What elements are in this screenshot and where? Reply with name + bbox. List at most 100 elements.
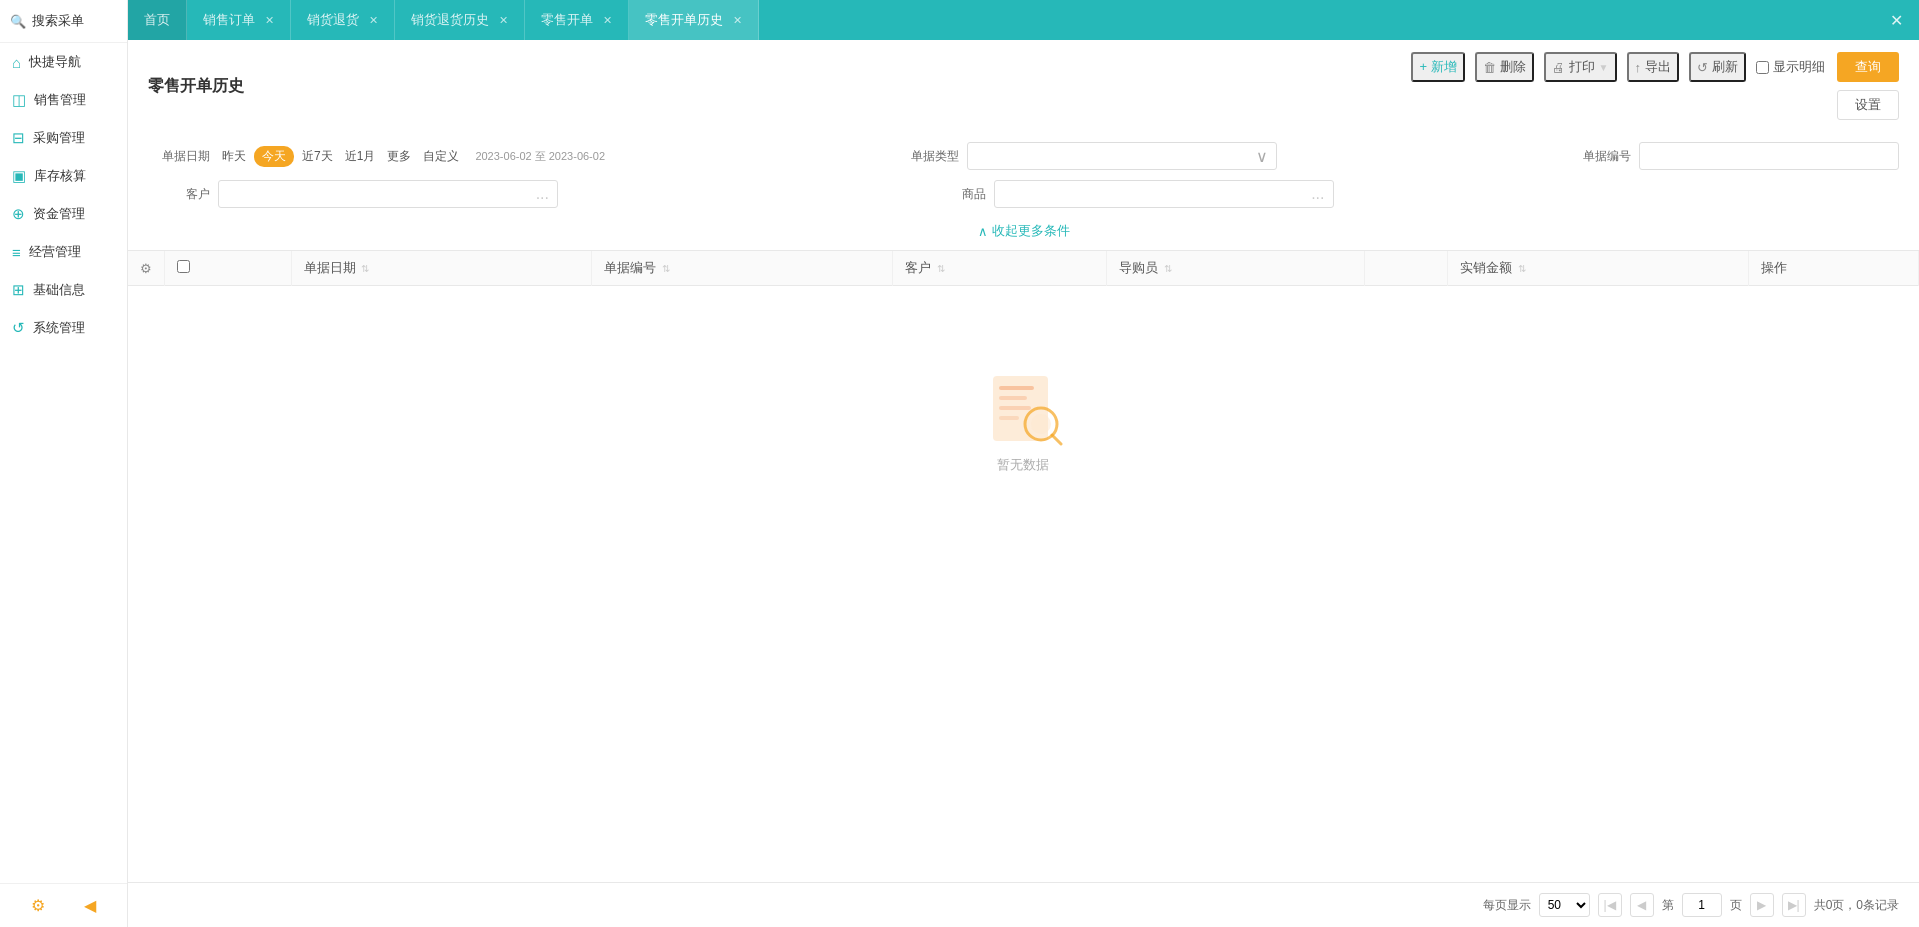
display-detail-checkbox[interactable] [1756, 61, 1769, 74]
table-col-action-label: 操作 [1761, 260, 1787, 275]
next-page-btn[interactable]: ▶ [1750, 893, 1774, 917]
table-col-date: 单据日期 ⇅ [291, 251, 592, 286]
date-opt-last-month[interactable]: 近1月 [341, 146, 380, 167]
pagination-bar: 每页显示 10 20 50 100 |◀ ◀ 第 页 ▶ ▶| 共0页，0条记录 [128, 882, 1919, 927]
tab-sales-order-close[interactable]: ✕ [265, 14, 274, 27]
print-button[interactable]: 🖨 打印 ▼ [1544, 52, 1617, 82]
tab-sales-return-history-close[interactable]: ✕ [499, 14, 508, 27]
svg-rect-1 [999, 386, 1034, 390]
delete-button-label: 删除 [1500, 58, 1526, 76]
collapse-filter-row[interactable]: ∧ 收起更多条件 [148, 218, 1899, 250]
sidebar-item-finance[interactable]: ⊕ 资金管理 [0, 195, 127, 233]
per-page-select[interactable]: 10 20 50 100 [1539, 893, 1590, 917]
export-button[interactable]: ↑ 导出 [1627, 52, 1680, 82]
page-title: 零售开单历史 [148, 76, 244, 97]
goods-dots-icon[interactable]: ... [1311, 185, 1324, 203]
sidebar-item-label: 库存核算 [34, 167, 86, 185]
sidebar-item-label: 资金管理 [33, 205, 85, 223]
table-col-customer: 客户 ⇅ [893, 251, 1107, 286]
query-setting-buttons: 查询 设置 [1837, 52, 1899, 120]
table-col-no: 单据编号 ⇅ [592, 251, 893, 286]
sidebar-search[interactable]: 🔍 搜索采单 [0, 0, 127, 43]
sidebar-item-inventory[interactable]: ▣ 库存核算 [0, 157, 127, 195]
toolbar-area: + 新增 🗑 删除 🖨 打印 ▼ ↑ 导出 [1411, 52, 1899, 120]
tab-sales-return[interactable]: 销货退货 ✕ [291, 0, 395, 40]
display-detail-toggle[interactable]: 显示明细 [1756, 58, 1825, 76]
svg-point-6 [1031, 414, 1051, 434]
table-col-guide-label: 导购员 [1119, 260, 1158, 275]
no-sort-icon[interactable]: ⇅ [662, 263, 670, 274]
base-info-icon: ⊞ [12, 281, 25, 299]
delete-button[interactable]: 🗑 删除 [1475, 52, 1534, 82]
svg-rect-4 [999, 416, 1019, 420]
sidebar-item-operations[interactable]: ≡ 经营管理 [0, 233, 127, 271]
display-detail-label-text: 显示明细 [1773, 58, 1825, 76]
table-col-checkbox [165, 251, 292, 286]
amount-sort-icon[interactable]: ⇅ [1518, 263, 1526, 274]
bill-type-select[interactable]: ∨ [967, 142, 1277, 170]
customer-input[interactable] [227, 187, 536, 201]
sidebar-item-base-info[interactable]: ⊞ 基础信息 [0, 271, 127, 309]
table-settings-icon[interactable]: ⚙ [140, 261, 152, 276]
collapse-sidebar-icon[interactable]: ◀ [84, 896, 96, 915]
operations-icon: ≡ [12, 244, 21, 261]
page-number-input[interactable] [1682, 893, 1722, 917]
bill-type-chevron-icon: ∨ [1256, 147, 1268, 166]
first-page-btn[interactable]: |◀ [1598, 893, 1622, 917]
bill-no-input[interactable] [1648, 149, 1890, 163]
date-opt-last7[interactable]: 近7天 [298, 146, 337, 167]
tabs-bar: 首页 销售订单 ✕ 销货退货 ✕ 销货退货历史 ✕ 零售开单 ✕ 零售开单历史 … [128, 0, 1919, 40]
sidebar-item-purchase-mgmt[interactable]: ⊟ 采购管理 [0, 119, 127, 157]
date-opt-today[interactable]: 今天 [254, 146, 294, 167]
customer-dots-icon[interactable]: ... [536, 185, 549, 203]
table-col-middle [1365, 251, 1448, 286]
date-filter-label: 单据日期 [148, 148, 218, 165]
search-icon: 🔍 [10, 14, 26, 29]
tab-retail-open-history-close[interactable]: ✕ [733, 14, 742, 27]
date-opt-more[interactable]: 更多 [383, 146, 415, 167]
sidebar-item-quick-nav[interactable]: ⌂ 快捷导航 [0, 43, 127, 81]
filter-area: 单据日期 昨天 今天 近7天 近1月 更多 自定义 2023-06-02 至 2… [148, 132, 1899, 250]
bill-type-label: 单据类型 [897, 148, 967, 165]
print-chevron-icon: ▼ [1599, 62, 1609, 73]
bill-no-label: 单据编号 [1569, 148, 1639, 165]
customer-sort-icon[interactable]: ⇅ [937, 263, 945, 274]
guide-sort-icon[interactable]: ⇅ [1164, 263, 1172, 274]
tab-sales-return-history[interactable]: 销货退货历史 ✕ [395, 0, 525, 40]
empty-illustration [973, 366, 1073, 456]
date-sort-icon[interactable]: ⇅ [361, 263, 369, 274]
last-page-btn[interactable]: ▶| [1782, 893, 1806, 917]
export-icon: ↑ [1635, 60, 1642, 75]
sales-icon: ◫ [12, 91, 26, 109]
date-opt-custom[interactable]: 自定义 [419, 146, 463, 167]
page-title-row: 零售开单历史 + 新增 🗑 删除 🖨 打印 ▼ [148, 52, 1899, 120]
tab-home[interactable]: 首页 [128, 0, 187, 40]
settings-bottom-icon[interactable]: ⚙ [31, 896, 45, 915]
tab-retail-open[interactable]: 零售开单 ✕ [525, 0, 629, 40]
sidebar-item-label: 系统管理 [33, 319, 85, 337]
table-col-customer-label: 客户 [905, 260, 931, 275]
window-close-btn[interactable]: ✕ [1890, 0, 1919, 40]
goods-input[interactable] [1003, 187, 1312, 201]
tab-sales-order[interactable]: 销售订单 ✕ [187, 0, 291, 40]
inventory-icon: ▣ [12, 167, 26, 185]
tab-sales-return-close[interactable]: ✕ [369, 14, 378, 27]
sidebar-item-system[interactable]: ↺ 系统管理 [0, 309, 127, 347]
setting-button[interactable]: 设置 [1837, 90, 1899, 120]
date-opt-yesterday[interactable]: 昨天 [218, 146, 250, 167]
select-all-checkbox[interactable] [177, 260, 190, 273]
sidebar-item-sales-mgmt[interactable]: ◫ 销售管理 [0, 81, 127, 119]
query-button[interactable]: 查询 [1837, 52, 1899, 82]
bill-no-input-wrap [1639, 142, 1899, 170]
collapse-label: 收起更多条件 [992, 222, 1070, 240]
finance-icon: ⊕ [12, 205, 25, 223]
tab-retail-open-history[interactable]: 零售开单历史 ✕ [629, 0, 759, 40]
add-button[interactable]: + 新增 [1411, 52, 1464, 82]
goods-input-wrap: ... [994, 180, 1334, 208]
tab-retail-open-close[interactable]: ✕ [603, 14, 612, 27]
empty-state-row: 暂无数据 [128, 286, 1919, 555]
refresh-button[interactable]: ↺ 刷新 [1689, 52, 1746, 82]
print-button-label: 打印 [1569, 58, 1595, 76]
prev-page-btn[interactable]: ◀ [1630, 893, 1654, 917]
tab-sales-order-label: 销售订单 [203, 11, 255, 29]
